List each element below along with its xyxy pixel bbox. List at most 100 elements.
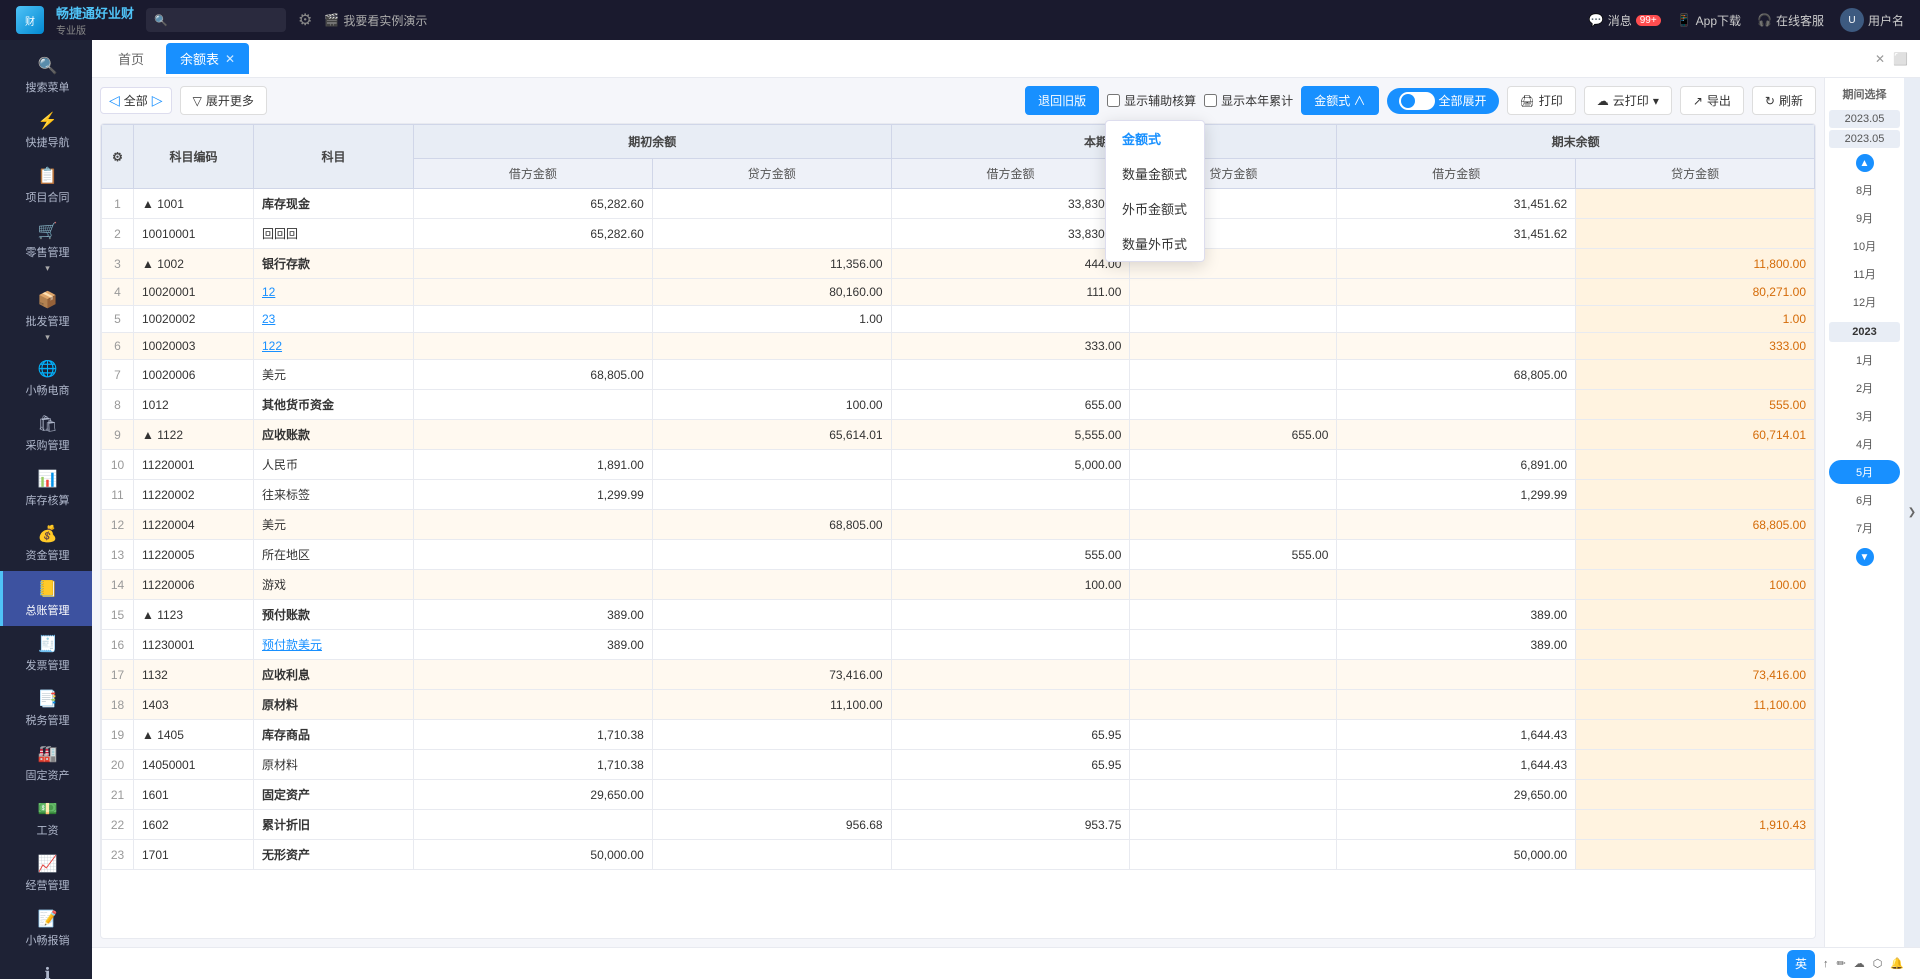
sidebar-item-report[interactable]: 📝 小畅报销: [0, 901, 92, 956]
period-2022-start: 2023.05: [1829, 110, 1900, 128]
sidebar-item-basic[interactable]: ℹ 基础信息: [0, 956, 92, 979]
sidebar-item-salary[interactable]: 💵 工资: [0, 791, 92, 846]
status-hex-icon[interactable]: ⬡: [1873, 957, 1883, 970]
export-btn[interactable]: ↗ 导出: [1680, 86, 1744, 115]
sidebar-item-invoice[interactable]: 🧾 发票管理: [0, 626, 92, 681]
download-btn[interactable]: 📱 App下载: [1677, 12, 1741, 29]
collapse-panel[interactable]: ❯: [1904, 78, 1920, 947]
status-bell-icon[interactable]: 🔔: [1890, 957, 1904, 970]
sub-debit-opening: 借方金额: [414, 159, 653, 189]
dropdown-item-qty-foreign[interactable]: 数量外币式: [1106, 226, 1204, 261]
amount-type-dropdown: 金额式 数量金额式 外币金额式 数量外币式: [1105, 120, 1205, 262]
table-row: 221602累计折旧956.68953.751,910.43: [102, 810, 1815, 840]
search-bar[interactable]: 🔍: [146, 8, 286, 32]
table-row: 1111220002往来标签1,299.991,299.99: [102, 480, 1815, 510]
window-controls: ✕ ⬜: [1875, 52, 1908, 66]
period-2022-end: 2023.05: [1829, 130, 1900, 148]
content-area: 首页 余额表 ✕ ✕ ⬜ ◁ 全部 ▷: [92, 40, 1920, 979]
print-btn[interactable]: 🖨 打印: [1507, 86, 1576, 115]
status-lang-btn[interactable]: 英: [1787, 950, 1815, 978]
cloud-print-btn[interactable]: ☁ 云打印 ▾: [1584, 86, 1672, 115]
sidebar-item-capital[interactable]: 💰 资金管理: [0, 516, 92, 571]
period-mar[interactable]: 3月: [1829, 404, 1900, 428]
sidebar-item-project[interactable]: 📋 项目合同: [0, 158, 92, 213]
show-aux-checkbox[interactable]: 显示辅助核算: [1107, 92, 1196, 109]
col-closing-header: 期末余额: [1337, 125, 1815, 159]
sub-credit-opening: 贷方金额: [652, 159, 891, 189]
period-aug[interactable]: 8月: [1829, 178, 1900, 202]
tab-close-icon[interactable]: ✕: [225, 52, 235, 66]
sidebar-item-quick-nav[interactable]: ⚡ 快捷导航: [0, 103, 92, 158]
top-bar-left: 财 畅捷通好业财 专业版 🔍 ⚙ 🎬 我要看实例演示: [16, 3, 427, 37]
sidebar-item-wholesale[interactable]: 📦 批发管理 ▾: [0, 282, 92, 351]
operations-icon: 📈: [38, 854, 58, 874]
period-oct[interactable]: 10月: [1829, 234, 1900, 258]
search-icon: 🔍: [38, 56, 58, 76]
settings-icon[interactable]: ⚙: [298, 10, 312, 30]
sidebar-item-ecommerce[interactable]: 🌐 小畅电商: [0, 351, 92, 406]
expand-more-btn[interactable]: ▽ 展开更多: [180, 86, 267, 115]
period-apr[interactable]: 4月: [1829, 432, 1900, 456]
toggle-switch[interactable]: [1399, 92, 1435, 110]
period-dec[interactable]: 12月: [1829, 290, 1900, 314]
project-icon: 📋: [38, 166, 58, 186]
period-may[interactable]: 5月: [1829, 460, 1900, 484]
sub-debit-current: 借方金额: [891, 159, 1130, 189]
period-jul[interactable]: 7月: [1829, 516, 1900, 540]
table-row: 1011220001人民币1,891.005,000.006,891.00: [102, 450, 1815, 480]
status-arrow-icon[interactable]: ↑: [1823, 958, 1829, 970]
service-btn[interactable]: 🎧 在线客服: [1757, 12, 1824, 29]
message-btn[interactable]: 💬 消息 99+: [1589, 12, 1661, 29]
tab-balance[interactable]: 余额表 ✕: [166, 43, 249, 74]
show-ytd-checkbox[interactable]: 显示本年累计: [1204, 92, 1293, 109]
period-feb[interactable]: 2月: [1829, 376, 1900, 400]
period-jun[interactable]: 6月: [1829, 488, 1900, 512]
status-cloud-icon[interactable]: ☁: [1854, 957, 1865, 970]
dropdown-item-qty-amount[interactable]: 数量金额式: [1106, 156, 1204, 191]
filter-box: ◁ 全部 ▷: [100, 87, 172, 114]
sidebar-item-assets[interactable]: 🏭 固定资产: [0, 736, 92, 791]
sidebar-item-retail[interactable]: 🛒 零售管理 ▾: [0, 213, 92, 282]
tab-home[interactable]: 首页: [104, 43, 158, 74]
sub-credit-closing: 贷方金额: [1576, 159, 1815, 189]
expand-all-toggle[interactable]: 全部展开: [1387, 88, 1499, 114]
retail-icon: 🛒: [38, 221, 58, 241]
sidebar-item-operations[interactable]: 📈 经营管理: [0, 846, 92, 901]
period-sep[interactable]: 9月: [1829, 206, 1900, 230]
table-area: ◁ 全部 ▷ ▽ 展开更多 退回旧版: [92, 78, 1824, 947]
period-up-btn[interactable]: ▲: [1856, 154, 1874, 172]
purchase-icon: 🛍: [37, 414, 57, 434]
inventory-icon: 📊: [38, 469, 58, 489]
basic-icon: ℹ: [44, 964, 50, 979]
dropdown-item-amount[interactable]: 金额式: [1106, 121, 1204, 156]
back-old-version-btn[interactable]: 退回旧版: [1025, 86, 1099, 115]
table-settings-icon[interactable]: ⚙: [102, 125, 134, 189]
toolbar-right: 退回旧版 显示辅助核算 显示本年累计 金额式 ∧: [1025, 86, 1816, 115]
amount-type-dropdown-btn[interactable]: 金额式 ∧: [1301, 86, 1378, 115]
refresh-btn[interactable]: ↻ 刷新: [1752, 86, 1816, 115]
table-row: 181403原材料11,100.0011,100.00: [102, 690, 1815, 720]
period-list-2022: 2023.05 2023.05 ▲ 8月 9月 10月 11月 12月 2023…: [1829, 110, 1900, 570]
demo-link[interactable]: 🎬 我要看实例演示: [324, 12, 427, 29]
period-down-btn[interactable]: ▼: [1856, 548, 1874, 566]
sidebar-item-purchase[interactable]: 🛍 采购管理: [0, 406, 92, 461]
filter-left-icon[interactable]: ◁: [109, 92, 120, 109]
sidebar-item-tax[interactable]: 📑 税务管理: [0, 681, 92, 736]
status-bar: 英 ↑ ✏ ☁ ⬡ 🔔: [92, 947, 1920, 979]
page-content: ◁ 全部 ▷ ▽ 展开更多 退回旧版: [92, 78, 1920, 947]
table-row: 19▲ 1405库存商品1,710.3865.951,644.43: [102, 720, 1815, 750]
period-jan[interactable]: 1月: [1829, 348, 1900, 372]
period-nov[interactable]: 11月: [1829, 262, 1900, 286]
sidebar-item-search[interactable]: 🔍 搜索菜单: [0, 48, 92, 103]
user-avatar[interactable]: U 用户名: [1840, 8, 1904, 32]
status-edit-icon[interactable]: ✏: [1836, 957, 1845, 970]
period-title: 期间选择: [1829, 86, 1900, 102]
window-expand-icon[interactable]: ⬜: [1893, 52, 1908, 66]
filter-right-icon[interactable]: ▷: [152, 92, 163, 109]
ecommerce-icon: 🌐: [38, 359, 58, 379]
sidebar-item-inventory[interactable]: 📊 库存核算: [0, 461, 92, 516]
sidebar-item-ledger[interactable]: 📒 总账管理: [0, 571, 92, 626]
window-close-icon[interactable]: ✕: [1875, 52, 1885, 66]
dropdown-item-foreign-amount[interactable]: 外币金额式: [1106, 191, 1204, 226]
period-nav-up: ▲: [1829, 154, 1900, 172]
